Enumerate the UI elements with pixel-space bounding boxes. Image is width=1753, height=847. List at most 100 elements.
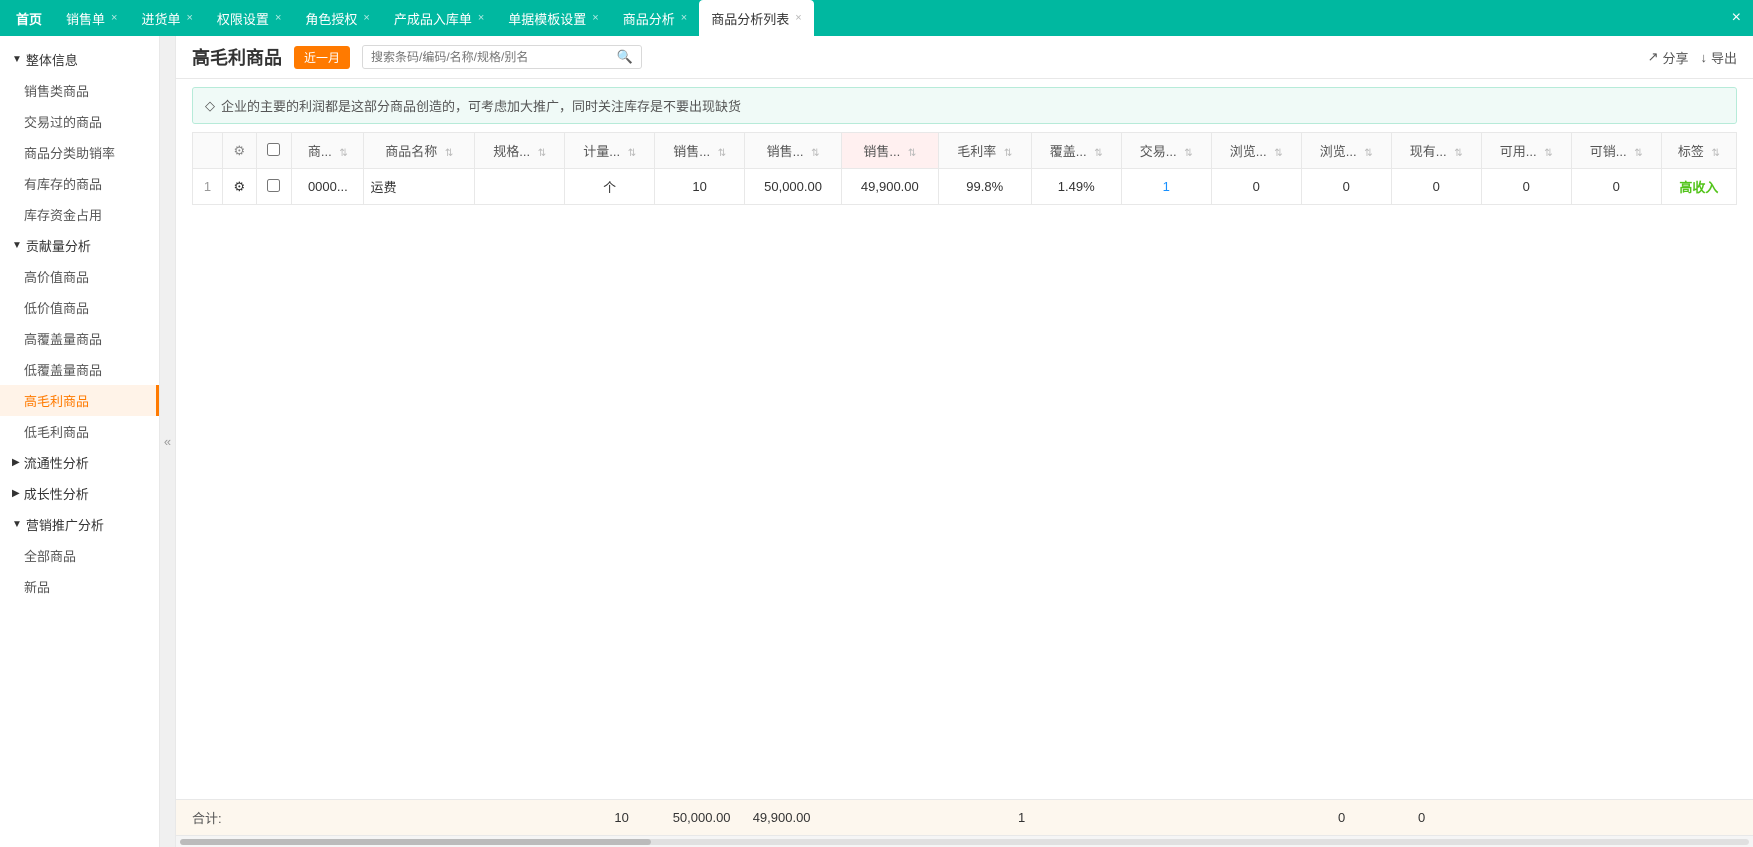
sidebar-item-new-goods[interactable]: 新品 [0, 571, 159, 602]
nav-tab-inbound[interactable]: 产成品入库单 × [382, 0, 496, 36]
col-tag[interactable]: 标签 ⇅ [1661, 133, 1736, 169]
col-settings[interactable]: ⚙ [223, 133, 257, 169]
filter-period-button[interactable]: 近一月 [294, 46, 350, 69]
close-icon[interactable]: × [186, 12, 192, 24]
sort-icon: ⇅ [1274, 148, 1282, 159]
row-number: 1 [193, 169, 223, 205]
sort-icon: ⇅ [1364, 148, 1372, 159]
sidebar-item-high-margin[interactable]: 高毛利商品 [0, 385, 159, 416]
nav-tab-sales[interactable]: 销售单 × [54, 0, 129, 36]
sort-icon: ⇅ [1004, 148, 1012, 159]
settings-icon: ⚙ [234, 179, 246, 194]
col-browse1[interactable]: 浏览... ⇅ [1211, 133, 1301, 169]
search-icon[interactable]: 🔍 [617, 49, 633, 65]
nav-tab-role[interactable]: 角色授权 × [293, 0, 381, 36]
sort-icon: ⇅ [811, 148, 819, 159]
select-all-checkbox[interactable] [267, 143, 280, 156]
sidebar-group-overall[interactable]: ▼ 整体信息 [0, 44, 159, 75]
row-select-checkbox[interactable] [267, 179, 280, 192]
sort-icon: ⇅ [339, 148, 347, 159]
arrow-down-icon: ▼ [12, 519, 22, 530]
arrow-right-icon: ▶ [12, 488, 20, 499]
search-input[interactable] [371, 50, 617, 64]
content-header: 高毛利商品 近一月 🔍 ↗ 分享 ↓ 导出 [176, 36, 1753, 79]
close-icon[interactable]: × [275, 12, 281, 24]
export-button[interactable]: ↓ 导出 [1700, 48, 1737, 67]
nav-tab-permission[interactable]: 权限设置 × [205, 0, 293, 36]
search-box[interactable]: 🔍 [362, 45, 642, 69]
close-icon[interactable]: × [478, 12, 484, 24]
row-sellable: 0 [1571, 169, 1661, 205]
sort-icon: ⇅ [908, 148, 916, 159]
nav-tab-home[interactable]: 首页 [4, 0, 54, 36]
arrow-down-icon: ▼ [12, 240, 22, 251]
row-settings[interactable]: ⚙ [223, 169, 257, 205]
col-gross-margin[interactable]: 毛利率 ⇅ [938, 133, 1031, 169]
nav-tab-analysis[interactable]: 商品分析 × [611, 0, 699, 36]
col-current-stock[interactable]: 现有... ⇅ [1391, 133, 1481, 169]
close-icon[interactable]: × [795, 12, 801, 24]
row-sales-profit: 49,900.00 [841, 169, 938, 205]
col-transaction[interactable]: 交易... ⇅ [1121, 133, 1211, 169]
sort-icon: ⇅ [628, 148, 636, 159]
row-tag: 高收入 [1661, 169, 1736, 205]
col-coverage[interactable]: 覆盖... ⇅ [1031, 133, 1121, 169]
col-sales-profit[interactable]: 销售... ⇅ [841, 133, 938, 169]
footer-totals: 合计: 10 50,000.00 49,900.00 1 0 0 [176, 799, 1753, 835]
transaction-link[interactable]: 1 [1163, 179, 1170, 194]
sidebar: ▼ 整体信息 销售类商品 交易过的商品 商品分类助销率 有库存的商品 库存资金占… [0, 36, 160, 847]
footer-margin [822, 810, 902, 825]
sidebar-toggle-button[interactable]: « [160, 36, 176, 847]
share-button[interactable]: ↗ 分享 [1648, 48, 1689, 67]
row-current-stock: 0 [1391, 169, 1481, 205]
col-code[interactable]: 商... ⇅ [292, 133, 364, 169]
footer-browse2 [1142, 810, 1222, 825]
top-navigation: 首页 销售单 × 进货单 × 权限设置 × 角色授权 × 产成品入库单 × 单据… [0, 0, 1753, 36]
row-checkbox[interactable] [256, 169, 292, 205]
scroll-track[interactable] [180, 839, 1749, 845]
nav-tab-purchase[interactable]: 进货单 × [129, 0, 204, 36]
sidebar-item-high-coverage[interactable]: 高覆盖量商品 [0, 323, 159, 354]
footer-sales-profit: 49,900.00 [742, 810, 822, 825]
nav-tab-analysis-list[interactable]: 商品分析列表 × [699, 0, 813, 36]
close-icon[interactable]: × [681, 12, 687, 24]
sidebar-group-liquidity[interactable]: ▶ 流通性分析 [0, 447, 159, 478]
col-checkbox[interactable] [256, 133, 292, 169]
window-close-button[interactable]: × [1724, 5, 1749, 31]
sort-icon: ⇅ [1544, 148, 1552, 159]
sidebar-item-sales-goods[interactable]: 销售类商品 [0, 75, 159, 106]
footer-transaction: 1 [982, 810, 1062, 825]
row-gross-margin: 99.8% [938, 169, 1031, 205]
col-unit[interactable]: 计量... ⇅ [565, 133, 655, 169]
nav-tab-template[interactable]: 单据模板设置 × [496, 0, 610, 36]
sidebar-item-traded-goods[interactable]: 交易过的商品 [0, 106, 159, 137]
row-transaction[interactable]: 1 [1121, 169, 1211, 205]
sidebar-group-marketing[interactable]: ▼ 营销推广分析 [0, 509, 159, 540]
sort-icon: ⇅ [445, 148, 453, 159]
sort-icon: ⇅ [1184, 148, 1192, 159]
sidebar-item-category-rate[interactable]: 商品分类助销率 [0, 137, 159, 168]
sidebar-item-low-margin[interactable]: 低毛利商品 [0, 416, 159, 447]
sidebar-item-in-stock[interactable]: 有库存的商品 [0, 168, 159, 199]
close-icon[interactable]: × [111, 12, 117, 24]
sidebar-item-low-coverage[interactable]: 低覆盖量商品 [0, 354, 159, 385]
sidebar-item-low-value[interactable]: 低价值商品 [0, 292, 159, 323]
col-sales-amount[interactable]: 销售... ⇅ [745, 133, 842, 169]
sidebar-item-high-value[interactable]: 高价值商品 [0, 261, 159, 292]
row-code: 0000... [292, 169, 364, 205]
sidebar-group-contribution[interactable]: ▼ 贡献量分析 [0, 230, 159, 261]
col-name[interactable]: 商品名称 ⇅ [364, 133, 475, 169]
close-icon[interactable]: × [363, 12, 369, 24]
col-available[interactable]: 可用... ⇅ [1481, 133, 1571, 169]
col-sales-qty[interactable]: 销售... ⇅ [655, 133, 745, 169]
col-browse2[interactable]: 浏览... ⇅ [1301, 133, 1391, 169]
footer-sales-qty: 10 [582, 810, 662, 825]
sidebar-group-growth[interactable]: ▶ 成长性分析 [0, 478, 159, 509]
sidebar-item-stock-capital[interactable]: 库存资金占用 [0, 199, 159, 230]
horizontal-scrollbar[interactable] [176, 835, 1753, 847]
scroll-thumb[interactable] [180, 839, 651, 845]
close-icon[interactable]: × [592, 12, 598, 24]
col-sellable[interactable]: 可销... ⇅ [1571, 133, 1661, 169]
sidebar-item-all-goods[interactable]: 全部商品 [0, 540, 159, 571]
col-spec[interactable]: 规格... ⇅ [475, 133, 565, 169]
